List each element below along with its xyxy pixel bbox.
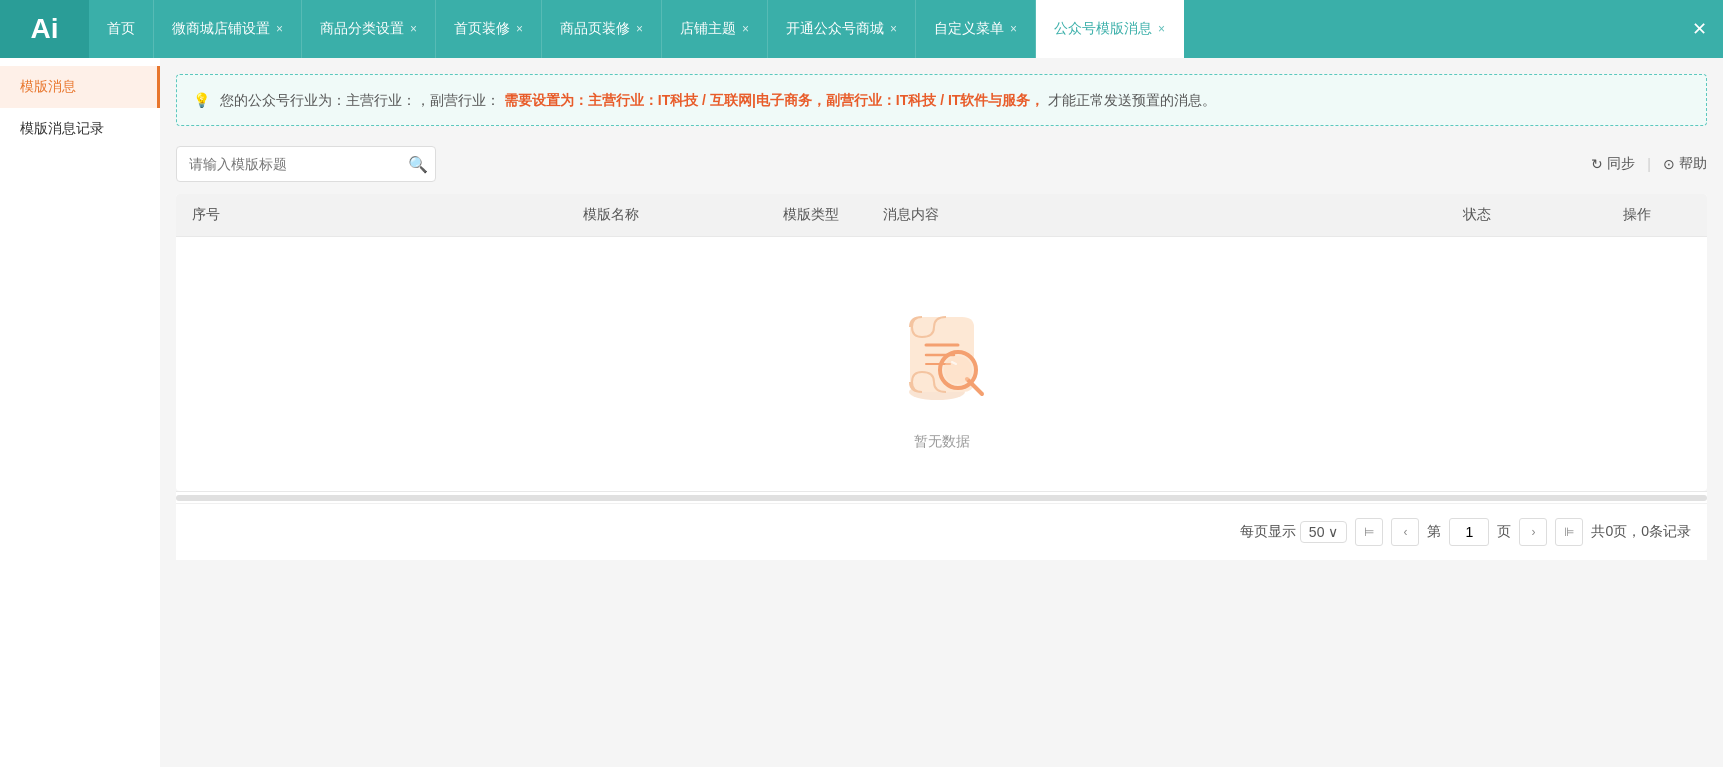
page-size-dropdown[interactable]: 50 ∨ [1300,521,1348,543]
tab-wechat-shop[interactable]: 微商城店铺设置 × [154,0,302,58]
col-header-actions: 操作 [1607,194,1707,237]
toolbar-right: ↻ 同步 | ⊙ 帮助 [1591,155,1707,173]
col-header-type: 模版类型 [767,194,867,237]
close-tab-shop-theme[interactable]: × [742,22,749,36]
col-header-content: 消息内容 [867,194,1447,237]
table-header-row: 序号 模版名称 模版类型 消息内容 状态 操作 [176,194,1707,237]
main-layout: 模版消息 模版消息记录 💡 您的公众号行业为：主营行业：，副营行业： 需要设置为… [0,58,1723,767]
empty-text: 暂无数据 [914,433,970,451]
bulb-icon: 💡 [193,92,210,108]
tab-open-wechat[interactable]: 开通公众号商城 × [768,0,916,58]
prev-page-button[interactable]: ‹ [1391,518,1419,546]
first-page-button[interactable]: ⊨ [1355,518,1383,546]
search-icon[interactable]: 🔍 [408,155,428,174]
page-number-input[interactable] [1449,518,1489,546]
help-button[interactable]: ⊙ 帮助 [1663,155,1707,173]
horizontal-scrollbar[interactable] [176,491,1707,503]
tab-template-msg[interactable]: 公众号模版消息 × [1036,0,1184,58]
page-unit-label: 页 [1497,523,1511,541]
empty-state: 暂无数据 [176,237,1707,491]
toolbar-divider: | [1647,156,1651,172]
tab-shop-theme[interactable]: 店铺主题 × [662,0,768,58]
top-nav: Ai 首页 微商城店铺设置 × 商品分类设置 × 首页装修 × 商品页装修 × … [0,0,1723,58]
col-header-status: 状态 [1447,194,1607,237]
notice-box: 💡 您的公众号行业为：主营行业：，副营行业： 需要设置为：主营行业：IT科技 /… [176,74,1707,126]
page-size-value: 50 [1309,524,1325,540]
total-info: 共0页，0条记录 [1591,523,1691,541]
tab-home[interactable]: 首页 [89,0,154,58]
close-tab-open-wechat[interactable]: × [890,22,897,36]
page-size-label: 每页显示 [1240,523,1296,541]
close-tab-home-decor[interactable]: × [516,22,523,36]
tab-product-category[interactable]: 商品分类设置 × [302,0,436,58]
close-all-button[interactable]: ✕ [1676,18,1723,40]
tab-product-page[interactable]: 商品页装修 × [542,0,662,58]
page-size-select: 每页显示 50 ∨ [1240,521,1348,543]
close-tab-template-msg[interactable]: × [1158,22,1165,36]
help-icon: ⊙ [1663,156,1675,172]
tab-custom-menu[interactable]: 自定义菜单 × [916,0,1036,58]
sidebar-item-template-msg[interactable]: 模版消息 [0,66,160,108]
search-input[interactable] [176,146,436,182]
search-input-wrap: 🔍 [176,146,436,182]
sidebar-item-template-record[interactable]: 模版消息记录 [0,108,160,150]
sync-button[interactable]: ↻ 同步 [1591,155,1635,173]
last-page-button[interactable]: ⊫ [1555,518,1583,546]
sidebar: 模版消息 模版消息记录 [0,58,160,767]
col-header-index: 序号 [176,194,567,237]
search-bar: 🔍 ↻ 同步 | ⊙ 帮助 [176,146,1707,182]
app-logo: Ai [0,0,89,58]
pagination: 每页显示 50 ∨ ⊨ ‹ 第 页 › ⊫ 共0页，0条记录 [176,503,1707,560]
col-header-name: 模版名称 [567,194,767,237]
empty-illustration [882,297,1002,417]
page-prefix-label: 第 [1427,523,1441,541]
content-area: 💡 您的公众号行业为：主营行业：，副营行业： 需要设置为：主营行业：IT科技 /… [160,58,1723,767]
close-tab-custom-menu[interactable]: × [1010,22,1017,36]
empty-state-row: 暂无数据 [176,237,1707,492]
scrollbar-track [176,495,1707,501]
close-tab-product-page[interactable]: × [636,22,643,36]
nav-tabs: 首页 微商城店铺设置 × 商品分类设置 × 首页装修 × 商品页装修 × 店铺主… [89,0,1676,58]
close-tab-wechat-shop[interactable]: × [276,22,283,36]
chevron-down-icon: ∨ [1328,524,1338,540]
data-table: 序号 模版名称 模版类型 消息内容 状态 操作 [176,194,1707,491]
sync-icon: ↻ [1591,156,1603,172]
svg-point-6 [944,356,972,384]
tab-home-decor[interactable]: 首页装修 × [436,0,542,58]
next-page-button[interactable]: › [1519,518,1547,546]
close-tab-product-category[interactable]: × [410,22,417,36]
